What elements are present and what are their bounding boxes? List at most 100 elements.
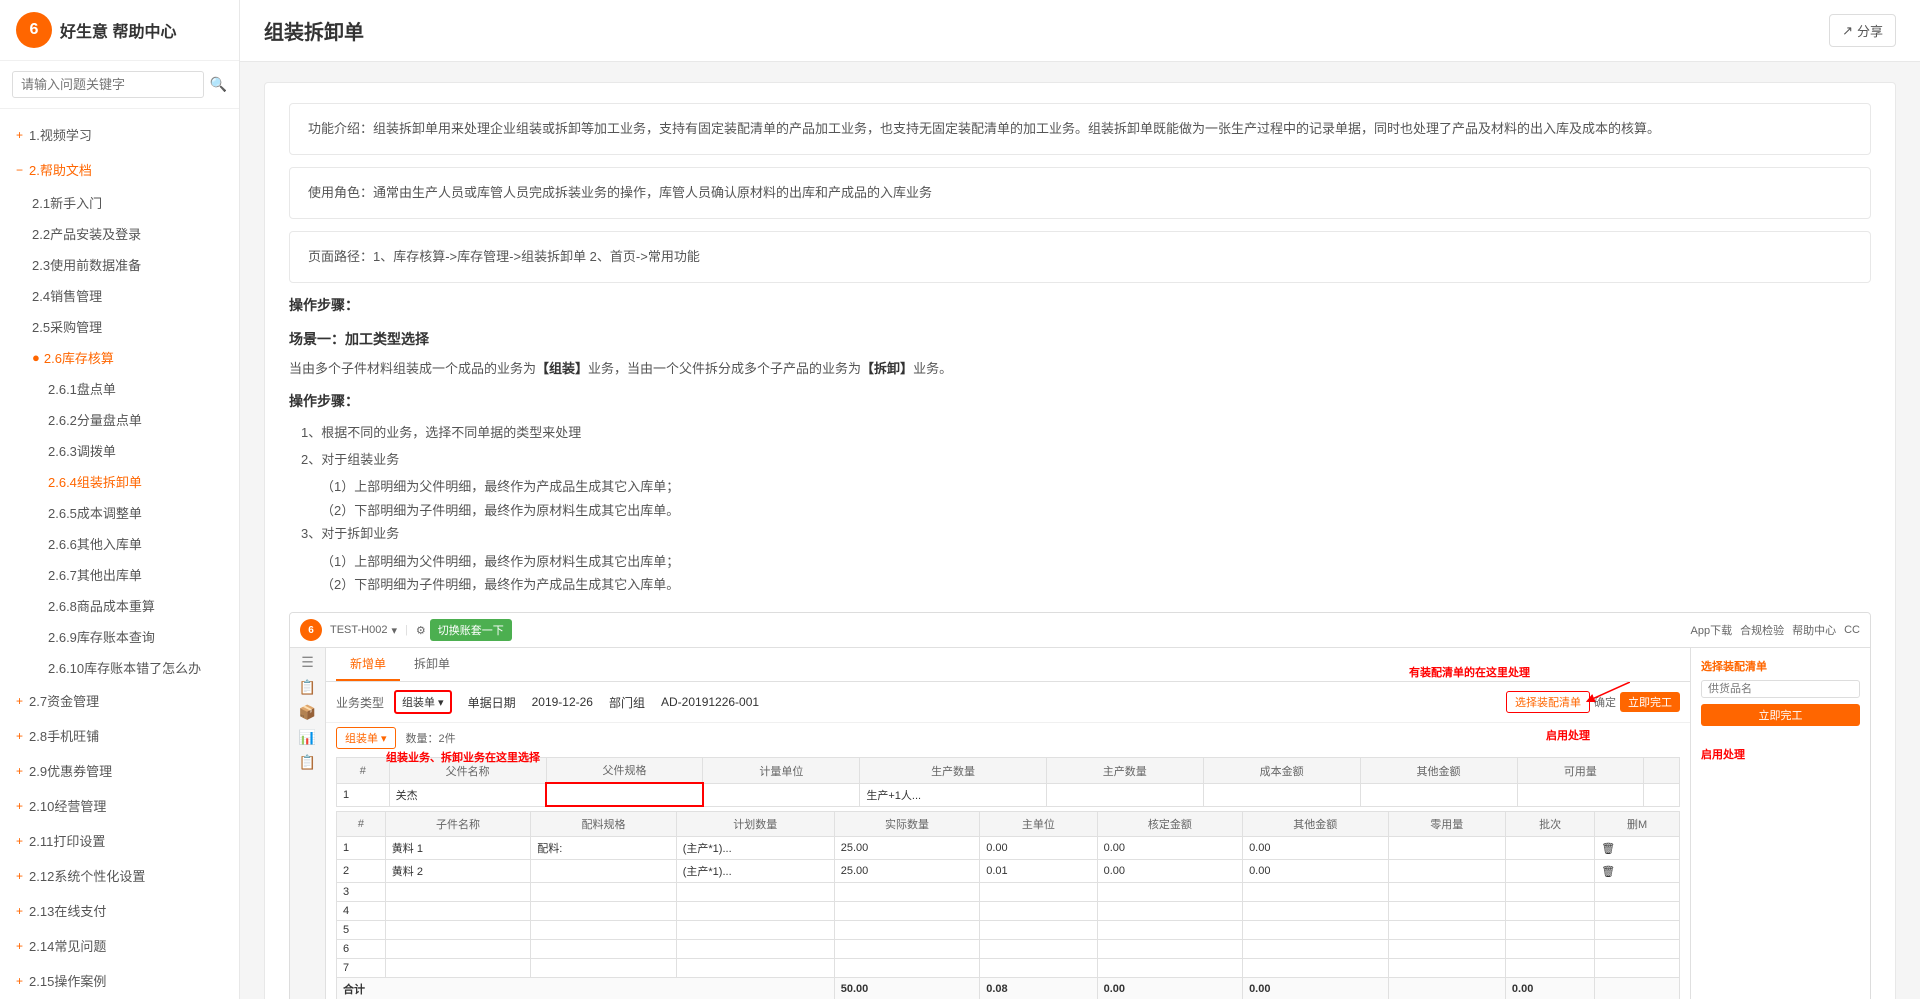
operations-title: 操作步骤： bbox=[289, 295, 1871, 315]
total-val4: 0.00 bbox=[1243, 978, 1388, 999]
plus-icon: + bbox=[16, 128, 23, 142]
type-value[interactable]: 组装单 ▾ bbox=[394, 690, 452, 714]
reports-icon[interactable]: 📊 bbox=[299, 729, 316, 746]
plus-icon-2.8: + bbox=[16, 729, 23, 743]
sidebar-item-2.6.1[interactable]: 2.6.1盘点单 bbox=[0, 373, 239, 404]
sidebar-item-2.10[interactable]: + 2.10经营管理 bbox=[0, 788, 239, 823]
docs-icon[interactable]: 📋 bbox=[299, 754, 316, 771]
sidebar-item-2.8[interactable]: + 2.8手机旺铺 bbox=[0, 718, 239, 753]
plus-icon-2.12: + bbox=[16, 869, 23, 883]
search-input[interactable] bbox=[12, 71, 204, 98]
inventory-icon[interactable]: 📦 bbox=[299, 704, 316, 721]
sidebar-item-2.13[interactable]: + 2.13在线支付 bbox=[0, 893, 239, 928]
sidebar-item-docs[interactable]: − 2.帮助文档 bbox=[0, 152, 239, 187]
row2b-del[interactable]: 🗑 bbox=[1595, 860, 1680, 883]
col-num: # bbox=[337, 758, 390, 784]
sidebar-item-2.6.5[interactable]: 2.6.5成本调整单 bbox=[0, 497, 239, 528]
annotation-2-row: 组装单 ▾ 数量：2件 组装业务、拆卸业务在这里选择 启用处理 bbox=[326, 723, 1690, 753]
app-bar-logo: 6 bbox=[300, 619, 322, 641]
total-val3: 0.00 bbox=[1097, 978, 1242, 999]
step2-sub1: （1）上部明细为父件明细，最终作为产成品生成其它入库单； bbox=[289, 475, 1871, 498]
screenshot: 6 TEST-H002 ▾ | ⚙ 切换账套一下 App下载 合规检验 bbox=[289, 612, 1871, 999]
row2-plan-qty: (主产*1)... bbox=[676, 837, 834, 860]
app-download-link[interactable]: App下载 bbox=[1691, 622, 1733, 638]
col2-actual-qty: 实际数量 bbox=[834, 812, 979, 837]
col2-child-name: 子件名称 bbox=[385, 812, 530, 837]
main-area: 组装拆卸单 ↗ 分享 功能介绍：组装拆卸单用来处理企业组装或拆卸等加工业务，支持… bbox=[240, 0, 1920, 999]
user-avatar[interactable]: CC bbox=[1844, 624, 1860, 636]
sidebar-item-2.6.7[interactable]: 2.6.7其他出库单 bbox=[0, 559, 239, 590]
sidebar-item-inventory[interactable]: ● 2.6库存核算 bbox=[0, 342, 239, 373]
table2-container: # 子件名称 配料规格 计划数量 实际数量 主单位 核定金额 其 bbox=[336, 811, 1680, 999]
plus-icon-2.14: + bbox=[16, 939, 23, 953]
sidebar-item-2.9[interactable]: + 2.9优惠券管理 bbox=[0, 753, 239, 788]
home-icon[interactable]: ☰ bbox=[301, 654, 314, 671]
sidebar-item-2.14[interactable]: + 2.14常见问题 bbox=[0, 928, 239, 963]
switch-account-btn[interactable]: 切换账套一下 bbox=[430, 619, 512, 641]
side-annotation: 启用处理 bbox=[1701, 746, 1860, 762]
tab-new[interactable]: 新增单 bbox=[336, 648, 400, 681]
sidebar-header: 6 好生意 帮助中心 bbox=[0, 0, 239, 61]
tab-disassemble[interactable]: 拆卸单 bbox=[400, 648, 464, 681]
col2-batch: 批次 bbox=[1505, 812, 1594, 837]
circle-icon: ● bbox=[32, 350, 40, 365]
app-title: 好生意 帮助中心 bbox=[60, 18, 176, 42]
type-selector[interactable]: 组装单 ▾ bbox=[336, 727, 396, 749]
row2-batch bbox=[1505, 837, 1594, 860]
sidebar-item-newbie[interactable]: 2.1新手入门 bbox=[0, 187, 239, 218]
row2-actual-qty: 25.00 bbox=[834, 837, 979, 860]
sidebar-item-2.11[interactable]: + 2.11打印设置 bbox=[0, 823, 239, 858]
orders-icon[interactable]: 📋 bbox=[299, 679, 316, 696]
sidebar-item-2.6.6[interactable]: 2.6.6其他入库单 bbox=[0, 528, 239, 559]
col-main-qty: 主产数量 bbox=[1046, 758, 1203, 784]
row2b-child-name: 黄料 2 bbox=[385, 860, 530, 883]
sidebar-item-2.7[interactable]: + 2.7资金管理 bbox=[0, 683, 239, 718]
compliance-link[interactable]: 合规检验 bbox=[1740, 622, 1784, 638]
table-row: 1 关杰 生产+1人... bbox=[337, 783, 1680, 806]
sidebar-item-install[interactable]: 2.2产品安装及登录 bbox=[0, 218, 239, 249]
sidebar-item-2.6.8[interactable]: 2.6.8商品成本重算 bbox=[0, 590, 239, 621]
share-button[interactable]: ↗ 分享 bbox=[1829, 14, 1896, 47]
row2b-other-amt: 0.00 bbox=[1243, 860, 1388, 883]
sidebar-item-2.6.10[interactable]: 2.6.10库存账本错了怎么办 bbox=[0, 652, 239, 683]
plus-icon-2.9: + bbox=[16, 764, 23, 778]
date-value: 2019-12-26 bbox=[532, 695, 593, 709]
intro-block: 功能介绍：组装拆卸单用来处理企业组装或拆卸等加工业务，支持有固定装配清单的产品加… bbox=[289, 103, 1871, 155]
row2-main-unit: 0.00 bbox=[980, 837, 1097, 860]
side-panel-search[interactable] bbox=[1701, 680, 1860, 698]
sidebar-item-sales[interactable]: 2.4销售管理 bbox=[0, 280, 239, 311]
sidebar-item-2.6.4[interactable]: 2.6.4组装拆卸单 bbox=[0, 466, 239, 497]
role-text: 使用角色：通常由生产人员或库管人员完成拆装业务的操作，库管人员确认原材料的出库和… bbox=[308, 185, 932, 200]
plus-icon-2.7: + bbox=[16, 694, 23, 708]
sidebar-item-2.12[interactable]: + 2.12系统个性化设置 bbox=[0, 858, 239, 893]
col-action bbox=[1644, 758, 1680, 784]
col2-plan-qty: 计划数量 bbox=[676, 812, 834, 837]
row2-approved-amt: 0.00 bbox=[1097, 837, 1242, 860]
operations-section: 操作步骤： 场景一：加工类型选择 当由多个子件材料组装成一个成品的业务为【组装】… bbox=[289, 295, 1871, 999]
col2-main-unit: 主单位 bbox=[980, 812, 1097, 837]
side-confirm-btn[interactable]: 立即完工 bbox=[1701, 704, 1860, 726]
col-other-amt: 其他金额 bbox=[1360, 758, 1517, 784]
row-cost bbox=[1203, 783, 1360, 806]
plus-icon-2.13: + bbox=[16, 904, 23, 918]
total-val2: 0.08 bbox=[980, 978, 1097, 999]
sidebar-item-data[interactable]: 2.3使用前数据准备 bbox=[0, 249, 239, 280]
screenshot-inner: 6 TEST-H002 ▾ | ⚙ 切换账套一下 App下载 合规检验 bbox=[290, 613, 1870, 999]
search-icon[interactable]: 🔍 bbox=[210, 76, 227, 93]
nav-list: + 1.视频学习 − 2.帮助文档 2.1新手入门 2.2产品安装及登录 2.3… bbox=[0, 109, 239, 999]
sidebar-item-2.6.2[interactable]: 2.6.2分量盘点单 bbox=[0, 404, 239, 435]
sidebar-item-video[interactable]: + 1.视频学习 bbox=[0, 117, 239, 152]
total-blank2: 0.00 bbox=[1505, 978, 1594, 999]
sidebar-item-2.6.9[interactable]: 2.6.9库存账本查询 bbox=[0, 621, 239, 652]
side-panel: 选择装配清单 立即完工 启用处理 bbox=[1690, 648, 1870, 999]
sidebar-item-2.6.3[interactable]: 2.6.3调拨单 bbox=[0, 435, 239, 466]
col2-other-amt: 其他金额 bbox=[1243, 812, 1388, 837]
table-row: 6 bbox=[337, 940, 1680, 959]
type-label: 业务类型 bbox=[336, 694, 386, 711]
sidebar-item-purchase[interactable]: 2.5采购管理 bbox=[0, 311, 239, 342]
row2-del[interactable]: 🗑 bbox=[1595, 837, 1680, 860]
col2-misc-qty: 零用量 bbox=[1388, 812, 1505, 837]
qty-label: 数量：2件 bbox=[405, 733, 455, 745]
sidebar-item-2.15[interactable]: + 2.15操作案例 bbox=[0, 963, 239, 998]
help-center-link[interactable]: 帮助中心 bbox=[1792, 622, 1836, 638]
